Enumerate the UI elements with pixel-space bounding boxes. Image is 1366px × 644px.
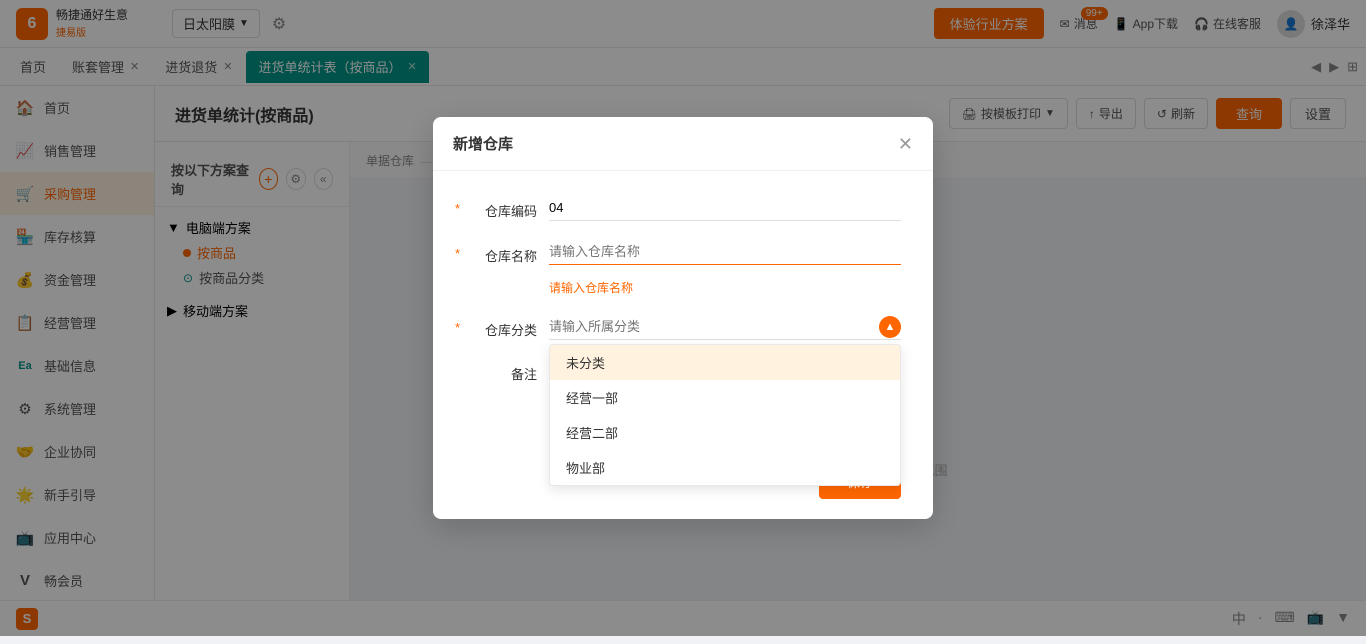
category-label: 仓库分类 xyxy=(465,314,537,339)
category-dropdown-list: 未分类 经营一部 经营二部 物业部 xyxy=(549,344,901,486)
dialog-header: 新增仓库 ✕ xyxy=(433,117,933,171)
note-label: 备注 xyxy=(465,358,537,383)
modal-overlay[interactable]: 新增仓库 ✕ 仓库编码 仓库名称 请输入仓库名称 仓库分类 xyxy=(0,0,1366,636)
category-select-wrapper: ▲ 未分类 经营一部 经营二部 物业部 xyxy=(549,314,901,340)
name-error-msg: 请输入仓库名称 xyxy=(549,281,633,295)
code-input[interactable] xyxy=(549,195,901,221)
category-dropdown-toggle[interactable]: ▲ xyxy=(879,316,901,338)
dropdown-item-dept2[interactable]: 经营二部 xyxy=(550,415,900,450)
category-input[interactable] xyxy=(549,314,901,340)
dropdown-item-property[interactable]: 物业部 xyxy=(550,450,900,485)
name-input[interactable] xyxy=(549,239,901,265)
name-label: 仓库名称 xyxy=(465,240,537,265)
new-warehouse-dialog: 新增仓库 ✕ 仓库编码 仓库名称 请输入仓库名称 仓库分类 xyxy=(433,117,933,519)
code-label: 仓库编码 xyxy=(465,195,537,220)
dialog-close-btn[interactable]: ✕ xyxy=(898,135,913,153)
form-row-name: 仓库名称 请输入仓库名称 xyxy=(465,239,901,296)
dialog-title: 新增仓库 xyxy=(453,133,513,154)
dropdown-item-dept1[interactable]: 经营一部 xyxy=(550,380,900,415)
dropdown-item-uncategorized[interactable]: 未分类 xyxy=(550,345,900,380)
dialog-body: 仓库编码 仓库名称 请输入仓库名称 仓库分类 ▲ xyxy=(433,171,933,452)
form-row-category: 仓库分类 ▲ 未分类 经营一部 经营二部 物业部 xyxy=(465,314,901,340)
form-row-code: 仓库编码 xyxy=(465,195,901,221)
